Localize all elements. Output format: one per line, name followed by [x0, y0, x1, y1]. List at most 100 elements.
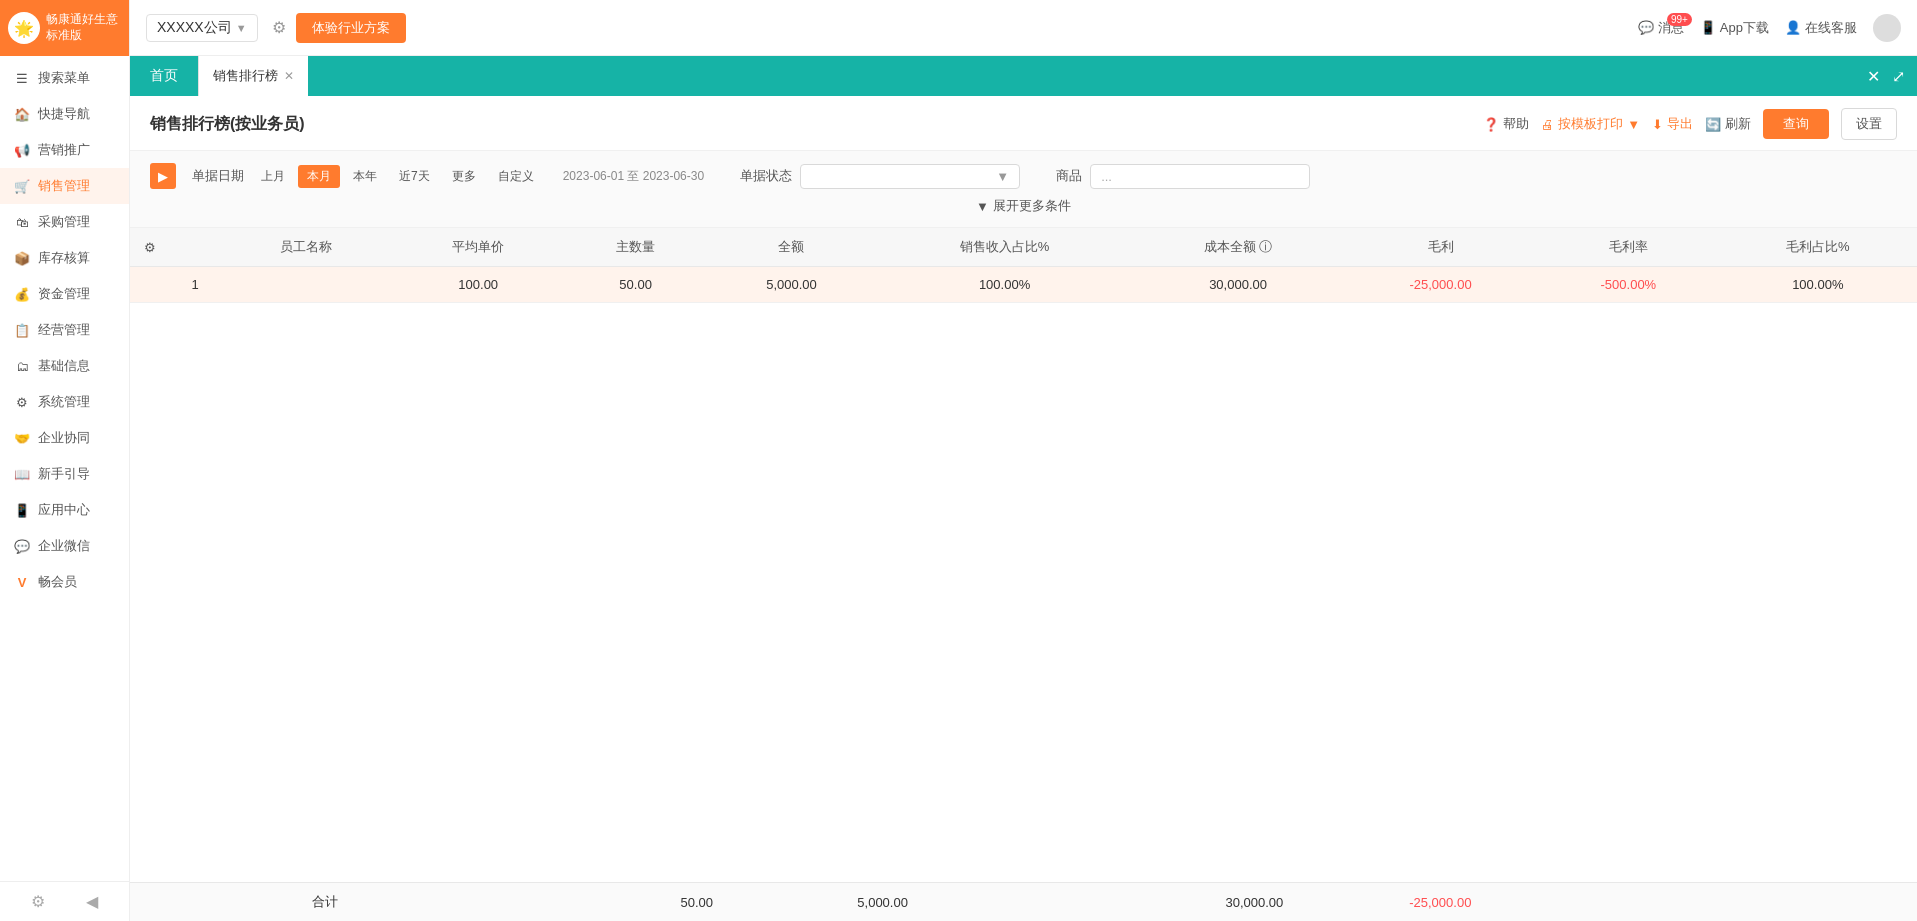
sidebar-item-cooperation[interactable]: 🤝 企业协同	[0, 420, 129, 456]
expand-conditions-button[interactable]: ▼ 展开更多条件	[150, 197, 1897, 215]
export-button[interactable]: ⬇ 导出	[1652, 115, 1693, 133]
sidebar-settings-icon[interactable]: ⚙	[31, 892, 45, 911]
message-icon: 💬	[1638, 20, 1654, 35]
page-title: 销售排行榜(按业务员)	[150, 114, 305, 135]
row-gross-pct: 100.00%	[1719, 267, 1917, 303]
sidebar-item-quick-nav[interactable]: 🏠 快捷导航	[0, 96, 129, 132]
sidebar-item-finance[interactable]: 💰 资金管理	[0, 276, 129, 312]
app-download-button[interactable]: 📱 App下载	[1700, 19, 1769, 37]
sidebar-item-sales-mgmt[interactable]: 🛒 销售管理	[0, 168, 129, 204]
cooperation-icon: 🤝	[14, 430, 30, 446]
logo-text: 畅康通好生意 标准版	[46, 12, 118, 43]
sidebar-item-marketing[interactable]: 📢 营销推广	[0, 132, 129, 168]
help-icon: ❓	[1483, 117, 1499, 132]
search-order-icon: ☰	[14, 70, 30, 86]
window-expand-icon[interactable]: ⤢	[1892, 67, 1905, 86]
goods-label: 商品	[1056, 167, 1082, 185]
sidebar-item-purchase-mgmt[interactable]: 🛍 采购管理	[0, 204, 129, 240]
sidebar-navigation: ☰ 搜索菜单 🏠 快捷导航 📢 营销推广 🛒 销售管理 🛍 采购管理 📦 库存核…	[0, 56, 129, 881]
sidebar-item-system[interactable]: ⚙ 系统管理	[0, 384, 129, 420]
content-area: 销售排行榜(按业务员) ❓ 帮助 🖨 按模板打印 ▼ ⬇ 导出 🔄 刷新	[130, 96, 1917, 921]
row-gross-rate: -500.00%	[1538, 267, 1718, 303]
query-button[interactable]: 查询	[1763, 109, 1829, 139]
basic-info-icon: 🗂	[14, 358, 30, 374]
filter-area: ▶ 单据日期 上月 本月 本年 近7天 更多 自定义 2023-06-01 至 …	[130, 151, 1917, 228]
tab-sales-ranking[interactable]: 销售排行榜 ✕	[198, 56, 308, 96]
print-button[interactable]: 🖨 按模板打印 ▼	[1541, 115, 1640, 133]
online-service-button[interactable]: 👤 在线客服	[1785, 19, 1857, 37]
filter-status: 单据状态 ▼	[740, 164, 1020, 189]
settings-button[interactable]: 设置	[1841, 108, 1897, 140]
app-download-icon: 📱	[1700, 20, 1716, 35]
col-gross-pct: 毛利占比%	[1719, 228, 1917, 267]
footer-qty: 50.00	[604, 895, 790, 910]
sidebar-footer: ⚙ ◀	[0, 881, 129, 921]
date-pill-this-month[interactable]: 本月	[298, 165, 340, 188]
row-gross: -25,000.00	[1343, 267, 1538, 303]
industry-solution-button[interactable]: 体验行业方案	[296, 13, 406, 43]
page-header: 销售排行榜(按业务员) ❓ 帮助 🖨 按模板打印 ▼ ⬇ 导出 🔄 刷新	[130, 96, 1917, 151]
sidebar-item-search-order[interactable]: ☰ 搜索菜单	[0, 60, 129, 96]
home-icon: 🏠	[14, 106, 30, 122]
date-pill-this-year[interactable]: 本年	[344, 165, 386, 188]
row-qty: 50.00	[564, 267, 707, 303]
operations-icon: 📋	[14, 322, 30, 338]
date-pill-custom[interactable]: 自定义	[489, 165, 543, 188]
date-pill-7days[interactable]: 近7天	[390, 165, 439, 188]
sidebar-item-operations[interactable]: 📋 经营管理	[0, 312, 129, 348]
status-label: 单据状态	[740, 167, 792, 185]
sidebar-item-wechat[interactable]: 💬 企业微信	[0, 528, 129, 564]
finance-icon: 💰	[14, 286, 30, 302]
sidebar-collapse-icon[interactable]: ◀	[86, 892, 98, 911]
system-icon: ⚙	[14, 394, 30, 410]
help-button[interactable]: ❓ 帮助	[1483, 115, 1529, 133]
window-close-icon[interactable]: ✕	[1867, 67, 1880, 86]
print-icon: 🖨	[1541, 117, 1554, 132]
sidebar-item-inventory[interactable]: 📦 库存核算	[0, 240, 129, 276]
refresh-button[interactable]: 🔄 刷新	[1705, 115, 1751, 133]
row-amount: 5,000.00	[707, 267, 876, 303]
row-cost: 30,000.00	[1133, 267, 1343, 303]
sidebar-item-app-center[interactable]: 📱 应用中心	[0, 492, 129, 528]
filter-toggle-button[interactable]: ▶	[150, 163, 176, 189]
main-content: XXXXX公司 ▼ ⚙ 体验行业方案 💬 消息 99+ 📱 App下载 👤 在线…	[130, 0, 1917, 921]
goods-placeholder: ...	[1101, 169, 1299, 184]
sidebar-item-basic-info[interactable]: 🗂 基础信息	[0, 348, 129, 384]
col-rank	[170, 228, 220, 267]
row-sales-pct: 100.00%	[876, 267, 1133, 303]
user-avatar[interactable]	[1873, 14, 1901, 42]
sidebar: 🌟 畅康通好生意 标准版 ☰ 搜索菜单 🏠 快捷导航 📢 营销推广 🛒 销售管理…	[0, 0, 130, 921]
tab-close-icon[interactable]: ✕	[284, 69, 294, 83]
col-amount: 全额	[707, 228, 876, 267]
row-rank: 1	[170, 267, 220, 303]
date-pills: 上月 本月 本年 近7天 更多 自定义	[252, 165, 543, 188]
message-button[interactable]: 💬 消息 99+	[1638, 19, 1684, 37]
filter-date: 单据日期 上月 本月 本年 近7天 更多 自定义	[192, 165, 543, 188]
page-actions: ❓ 帮助 🖨 按模板打印 ▼ ⬇ 导出 🔄 刷新 查询 设置	[1483, 108, 1897, 140]
membership-icon: V	[14, 574, 30, 590]
column-settings-icon[interactable]: ⚙	[144, 240, 156, 255]
col-gross: 毛利	[1343, 228, 1538, 267]
date-pill-more[interactable]: 更多	[443, 165, 485, 188]
goods-input[interactable]: ...	[1090, 164, 1310, 189]
sales-icon: 🛒	[14, 178, 30, 194]
company-selector[interactable]: XXXXX公司 ▼	[146, 14, 258, 42]
wechat-icon: 💬	[14, 538, 30, 554]
expand-icon: ▼	[976, 199, 989, 214]
sidebar-item-guide[interactable]: 📖 新手引导	[0, 456, 129, 492]
table-header-row: ⚙ 员工名称 平均单价 主数量 全额 销售收入占比% 成本全额 ⓘ 毛利 毛利率…	[130, 228, 1917, 267]
topbar-settings-icon[interactable]: ⚙	[272, 18, 286, 37]
status-chevron-icon: ▼	[996, 169, 1009, 184]
status-select[interactable]: ▼	[800, 164, 1020, 189]
sidebar-item-membership[interactable]: V 畅会员	[0, 564, 129, 600]
footer-cost: 30,000.00	[1161, 895, 1347, 910]
col-avg-price: 平均单价	[392, 228, 564, 267]
inventory-icon: 📦	[14, 250, 30, 266]
date-pill-last-month[interactable]: 上月	[252, 165, 294, 188]
date-label: 单据日期	[192, 167, 244, 185]
tabbar: 首页 销售排行榜 ✕ ✕ ⤢	[130, 56, 1917, 96]
tab-home[interactable]: 首页	[130, 56, 198, 96]
footer-label: 合计	[232, 893, 418, 911]
export-icon: ⬇	[1652, 117, 1663, 132]
table-row: 1 100.00 50.00 5,000.00 100.00% 30,000.0…	[130, 267, 1917, 303]
